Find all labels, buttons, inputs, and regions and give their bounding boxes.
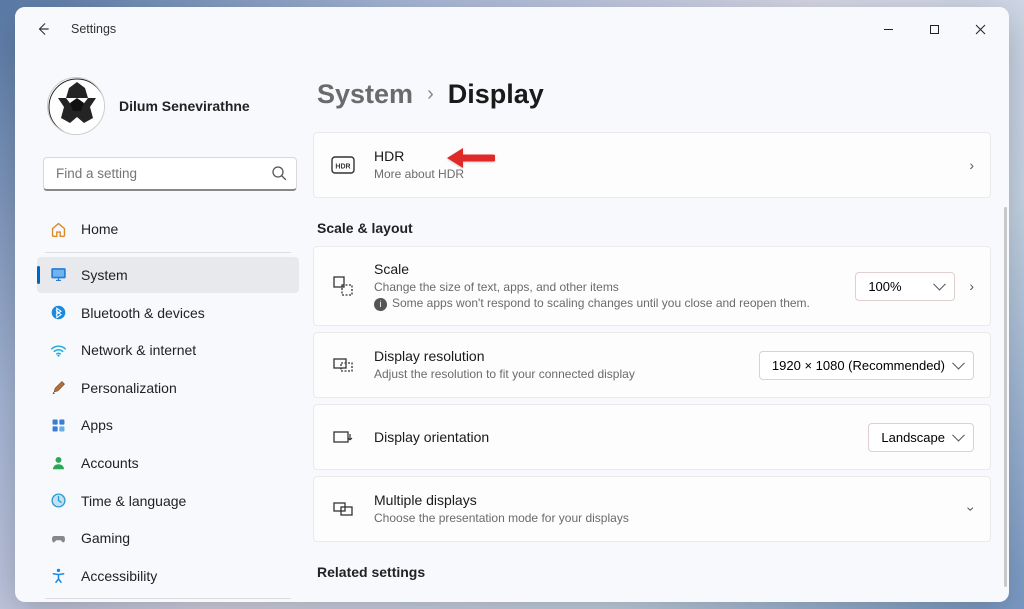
card-title: Scale (374, 261, 855, 277)
nav-label: Bluetooth & devices (81, 305, 205, 321)
nav-label: Time & language (81, 493, 186, 509)
chevron-down-icon: › (964, 507, 980, 512)
username: Dilum Senevirathne (119, 98, 250, 114)
sidebar-item-gaming[interactable]: Gaming (37, 520, 299, 557)
sidebar-item-accounts[interactable]: Accounts (37, 445, 299, 482)
clock-icon (49, 492, 67, 510)
close-button[interactable] (957, 13, 1003, 45)
nav: Home System Bluetooth & devices Network … (37, 211, 303, 602)
scale-card[interactable]: Scale Change the size of text, apps, and… (313, 246, 991, 326)
titlebar: Settings (15, 7, 1009, 51)
orientation-card[interactable]: Display orientation Landscape (313, 404, 991, 470)
sidebar-item-time[interactable]: Time & language (37, 482, 299, 519)
sidebar-item-apps[interactable]: Apps (37, 407, 299, 444)
card-subtitle: Change the size of text, apps, and other… (374, 280, 619, 294)
search-container (43, 157, 297, 191)
card-subtitle: Choose the presentation mode for your di… (374, 510, 969, 526)
brush-icon (49, 379, 67, 397)
system-icon (49, 266, 67, 284)
search-icon (271, 165, 287, 186)
scrollbar[interactable] (1004, 207, 1007, 587)
page-title: Display (448, 79, 544, 110)
profile[interactable]: Dilum Senevirathne (37, 71, 303, 153)
sidebar-item-system[interactable]: System (37, 257, 299, 294)
orientation-select[interactable]: Landscape (868, 423, 974, 452)
sidebar-item-accessibility[interactable]: Accessibility (37, 557, 299, 594)
card-subtitle: Adjust the resolution to fit your connec… (374, 366, 759, 382)
accessibility-icon (49, 567, 67, 585)
apps-icon (49, 416, 67, 434)
card-subtitle: More about HDR (374, 166, 969, 182)
gamepad-icon (49, 529, 67, 547)
nav-label: Network & internet (81, 342, 196, 358)
multiple-displays-icon (330, 496, 356, 522)
sidebar-item-network[interactable]: Network & internet (37, 332, 299, 369)
scale-select[interactable]: 100% (855, 272, 955, 301)
section-header-scale: Scale & layout (317, 220, 991, 236)
resolution-select[interactable]: 1920 × 1080 (Recommended) (759, 351, 974, 380)
chevron-right-icon: › (427, 83, 434, 106)
person-icon (49, 454, 67, 472)
nav-label: System (81, 267, 128, 283)
card-title: Multiple displays (374, 492, 969, 508)
settings-window: Settings Dilum Senevirathne (15, 7, 1009, 602)
hdr-icon: HDR (330, 152, 356, 178)
wifi-icon (49, 341, 67, 359)
card-title: HDR (374, 148, 969, 164)
window-title: Settings (71, 22, 116, 36)
card-title: Display orientation (374, 429, 868, 445)
avatar (47, 77, 105, 135)
svg-text:HDR: HDR (335, 164, 350, 171)
main-content: System › Display HDR HDR More about HDR … (313, 51, 1009, 602)
nav-label: Gaming (81, 530, 130, 546)
chevron-right-icon: › (969, 278, 974, 294)
nav-label: Personalization (81, 380, 177, 396)
nav-label: Home (81, 221, 118, 237)
section-header-related: Related settings (317, 564, 991, 580)
card-title: Display resolution (374, 348, 759, 364)
minimize-button[interactable] (865, 13, 911, 45)
breadcrumb: System › Display (313, 79, 991, 110)
window-controls (865, 13, 1003, 45)
nav-label: Accessibility (81, 568, 157, 584)
nav-label: Accounts (81, 455, 139, 471)
bluetooth-icon (49, 304, 67, 322)
nav-divider (45, 598, 291, 599)
card-warning: Some apps won't respond to scaling chang… (392, 296, 810, 310)
search-input[interactable] (43, 157, 297, 191)
multiple-displays-card[interactable]: Multiple displays Choose the presentatio… (313, 476, 991, 542)
scale-icon (330, 273, 356, 299)
nav-divider (45, 252, 291, 253)
sidebar-item-bluetooth[interactable]: Bluetooth & devices (37, 294, 299, 331)
hdr-card[interactable]: HDR HDR More about HDR › (313, 132, 991, 198)
orientation-icon (330, 424, 356, 450)
back-button[interactable] (29, 15, 57, 43)
sidebar: Dilum Senevirathne Home System (15, 51, 313, 602)
sidebar-item-home[interactable]: Home (37, 211, 299, 248)
resolution-card[interactable]: Display resolution Adjust the resolution… (313, 332, 991, 398)
info-icon: i (374, 298, 387, 311)
home-icon (49, 220, 67, 238)
nav-label: Apps (81, 417, 113, 433)
sidebar-item-personalization[interactable]: Personalization (37, 369, 299, 406)
maximize-button[interactable] (911, 13, 957, 45)
breadcrumb-parent[interactable]: System (317, 79, 413, 110)
chevron-right-icon: › (969, 157, 974, 173)
resolution-icon (330, 352, 356, 378)
